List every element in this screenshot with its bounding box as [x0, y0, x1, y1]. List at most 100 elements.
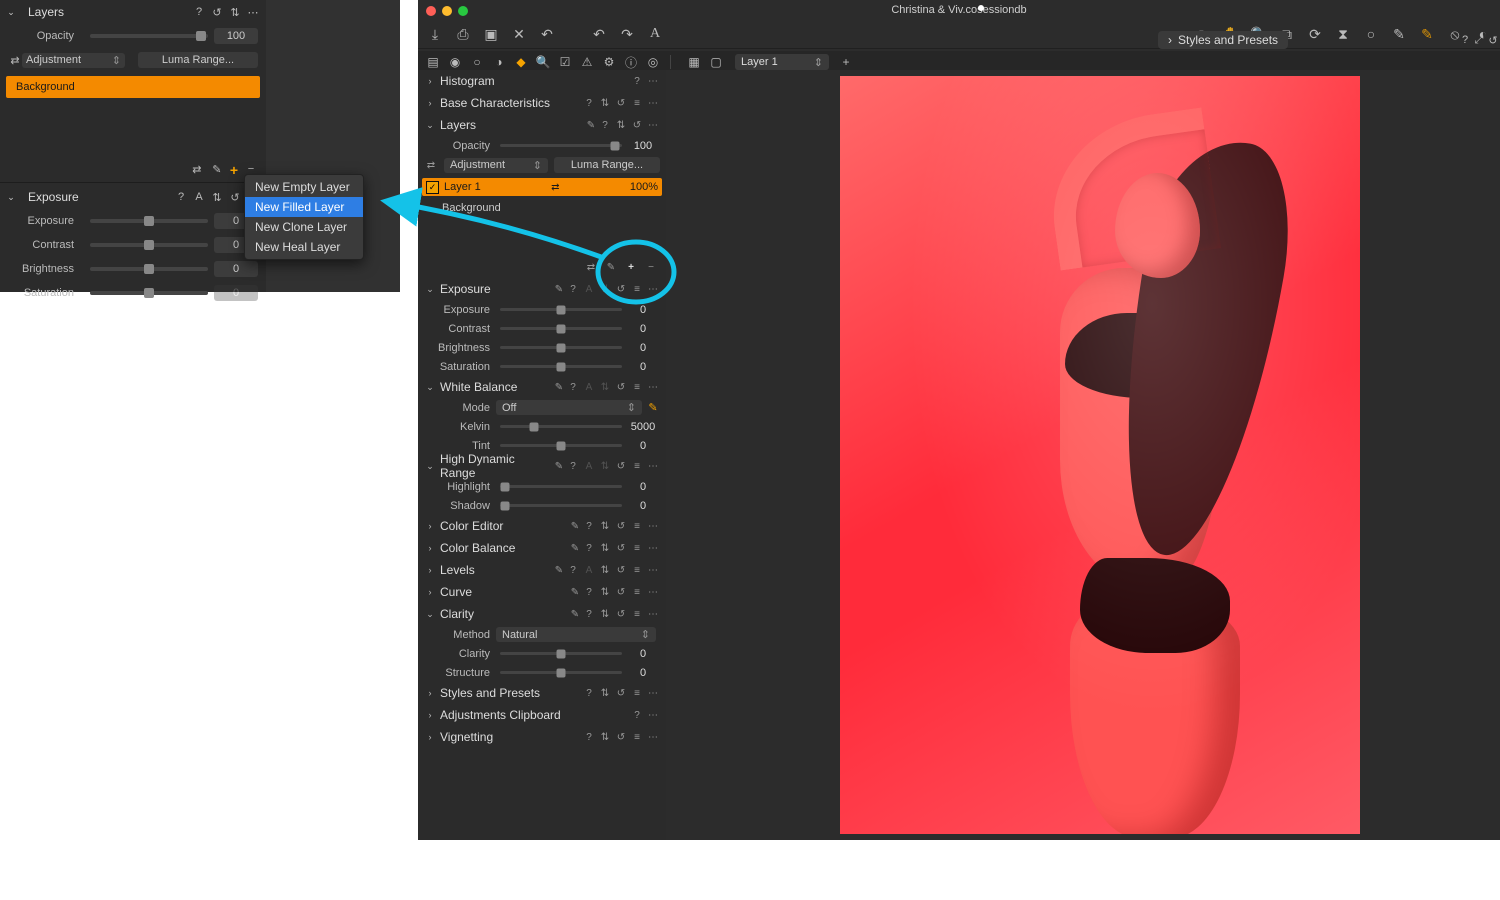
structure-slider[interactable] — [500, 671, 622, 674]
info-tab-icon[interactable]: ⓘ — [622, 53, 640, 71]
pencil-icon[interactable]: ✎ — [584, 118, 598, 132]
adjustment-select[interactable]: Adjustment ⇕ — [22, 53, 125, 68]
list-icon[interactable]: ≡ — [630, 541, 644, 555]
shadow-slider[interactable] — [500, 504, 622, 507]
gear-tab-icon[interactable]: ⚙ — [600, 53, 618, 71]
menu-new-filled-layer[interactable]: New Filled Layer — [245, 197, 363, 217]
base-characteristics-header[interactable]: › Base Characteristics ?⇅↺≡⋯ — [418, 92, 666, 114]
copy-icon[interactable]: ⇅ — [598, 607, 612, 621]
auto-icon[interactable]: A — [582, 380, 596, 394]
pencil-icon[interactable]: ✎ — [552, 563, 566, 577]
layer-1-row[interactable]: ✓ Layer 1 ⇄ 100% — [422, 178, 662, 196]
reset-icon[interactable]: ↺ — [210, 5, 224, 19]
list-icon[interactable]: ≡ — [630, 380, 644, 394]
warn-tab-icon[interactable]: ⚠ — [578, 53, 596, 71]
pencil-icon[interactable]: ✎ — [568, 541, 582, 555]
help-icon[interactable]: ? — [630, 708, 644, 722]
menu-icon[interactable]: ⋯ — [646, 380, 660, 394]
list-icon[interactable]: ≡ — [630, 459, 644, 473]
undo2-icon[interactable]: ↶ — [590, 26, 608, 43]
vignetting-header[interactable]: ›Vignetting?⇅↺≡⋯ — [418, 726, 666, 748]
swap-icon[interactable]: ⇄ — [584, 260, 598, 274]
reset-icon[interactable]: ↺ — [614, 541, 628, 555]
reset-icon[interactable]: ↺ — [614, 519, 628, 533]
help-icon[interactable]: ? — [582, 585, 596, 599]
eyedropper-icon[interactable]: ✎ — [646, 401, 660, 415]
list-icon[interactable]: ≡ — [630, 730, 644, 744]
highlight-slider[interactable] — [500, 485, 622, 488]
help-icon[interactable]: ? — [598, 118, 612, 132]
auto-icon[interactable]: A — [192, 190, 206, 204]
list-icon[interactable]: ≡ — [630, 96, 644, 110]
exposure-slider[interactable] — [500, 308, 622, 311]
method-select[interactable]: Natural⇕ — [496, 627, 656, 642]
copy-icon[interactable]: ⇅ — [598, 730, 612, 744]
help-icon[interactable]: ? — [566, 459, 580, 473]
reset-icon[interactable]: ↺ — [614, 96, 628, 110]
brightness-slider[interactable] — [90, 267, 208, 271]
help-icon[interactable]: ? — [582, 607, 596, 621]
reset-icon[interactable]: ↺ — [614, 585, 628, 599]
shadow-value[interactable]: 0 — [626, 500, 660, 512]
pencil-icon[interactable]: ✎ — [552, 459, 566, 473]
reset-icon[interactable]: ↺ — [228, 190, 242, 204]
background-row[interactable]: Background — [422, 199, 662, 217]
styles-presets-pill[interactable]: › Styles and Presets — [1158, 31, 1288, 49]
add-layer-icon[interactable]: + — [837, 53, 855, 71]
chevron-down-icon[interactable]: ⌄ — [6, 192, 16, 203]
library-tab-icon[interactable]: ▤ — [424, 53, 442, 71]
auto-icon[interactable]: A — [582, 282, 596, 296]
color-tab-icon[interactable]: ◑ — [490, 53, 508, 71]
copy-icon[interactable]: ⇅ — [598, 541, 612, 555]
brightness-value[interactable]: 0 — [214, 261, 258, 277]
chevron-down-icon[interactable]: ⌄ — [6, 7, 16, 18]
list-icon[interactable]: ≡ — [630, 607, 644, 621]
menu-new-clone-layer[interactable]: New Clone Layer — [245, 217, 363, 237]
menu-icon[interactable]: ⋯ — [646, 541, 660, 555]
highlight-value[interactable]: 0 — [626, 481, 660, 493]
menu-icon[interactable]: ⋯ — [646, 730, 660, 744]
help-icon[interactable]: ? — [174, 190, 188, 204]
single-view-icon[interactable]: ▢ — [707, 53, 725, 71]
copy-icon[interactable]: ⇅ — [598, 96, 612, 110]
layers-header[interactable]: ⌄ Layers ✎ ?⇅↺⋯ — [418, 114, 666, 136]
structure-value[interactable]: 0 — [626, 667, 660, 679]
text-icon[interactable]: A — [646, 26, 664, 42]
tint-value[interactable]: 0 — [626, 440, 660, 452]
help-icon[interactable]: ? — [582, 96, 596, 110]
add-layer-button[interactable]: + — [624, 260, 638, 274]
levels-header[interactable]: ›Levels✎?A⇅↺≡⋯ — [418, 559, 666, 581]
menu-icon[interactable]: ⋯ — [646, 96, 660, 110]
color-balance-header[interactable]: ›Color Balance✎?⇅↺≡⋯ — [418, 537, 666, 559]
import-icon[interactable]: ⤓ — [426, 26, 444, 43]
tint-slider[interactable] — [500, 444, 622, 447]
copy-icon[interactable]: ⇅ — [598, 585, 612, 599]
adjustment-select[interactable]: Adjustment⇕ — [444, 158, 548, 173]
help-icon[interactable]: ? — [566, 282, 580, 296]
wb-header[interactable]: ⌄ White Balance ✎ ?A⇅↺≡⋯ — [418, 376, 666, 398]
pencil-icon[interactable]: ✎ — [568, 585, 582, 599]
exposure-header[interactable]: ⌄ Exposure ✎ ?A⇅↺≡⋯ — [418, 278, 666, 300]
grid-view-icon[interactable]: ▦ — [685, 53, 703, 71]
folder-icon[interactable]: ▣ — [482, 26, 500, 43]
contrast-value[interactable]: 0 — [626, 323, 660, 335]
capture-tab-icon[interactable]: ◉ — [446, 53, 464, 71]
menu-icon[interactable]: ⋯ — [646, 459, 660, 473]
help-icon[interactable]: ? — [582, 730, 596, 744]
auto-icon[interactable]: A — [582, 563, 596, 577]
menu-icon[interactable]: ⋯ — [646, 585, 660, 599]
brightness-slider[interactable] — [500, 346, 622, 349]
menu-icon[interactable]: ⋯ — [646, 686, 660, 700]
mode-select[interactable]: Off⇕ — [496, 400, 642, 415]
reset-icon[interactable]: ↺ — [614, 730, 628, 744]
clarity-header[interactable]: ⌄Clarity✎?⇅↺≡⋯ — [418, 603, 666, 625]
menu-icon[interactable]: ⋯ — [646, 708, 660, 722]
copy-icon[interactable]: ⇅ — [614, 118, 628, 132]
menu-icon[interactable]: ⋯ — [646, 74, 660, 88]
pencil-icon[interactable]: ✎ — [552, 282, 566, 296]
reset-icon[interactable]: ↺ — [614, 607, 628, 621]
saturation-slider[interactable] — [500, 365, 622, 368]
reset-icon[interactable]: ↺ — [614, 686, 628, 700]
help-icon[interactable]: ? — [630, 74, 644, 88]
add-layer-button[interactable]: + — [230, 162, 238, 178]
